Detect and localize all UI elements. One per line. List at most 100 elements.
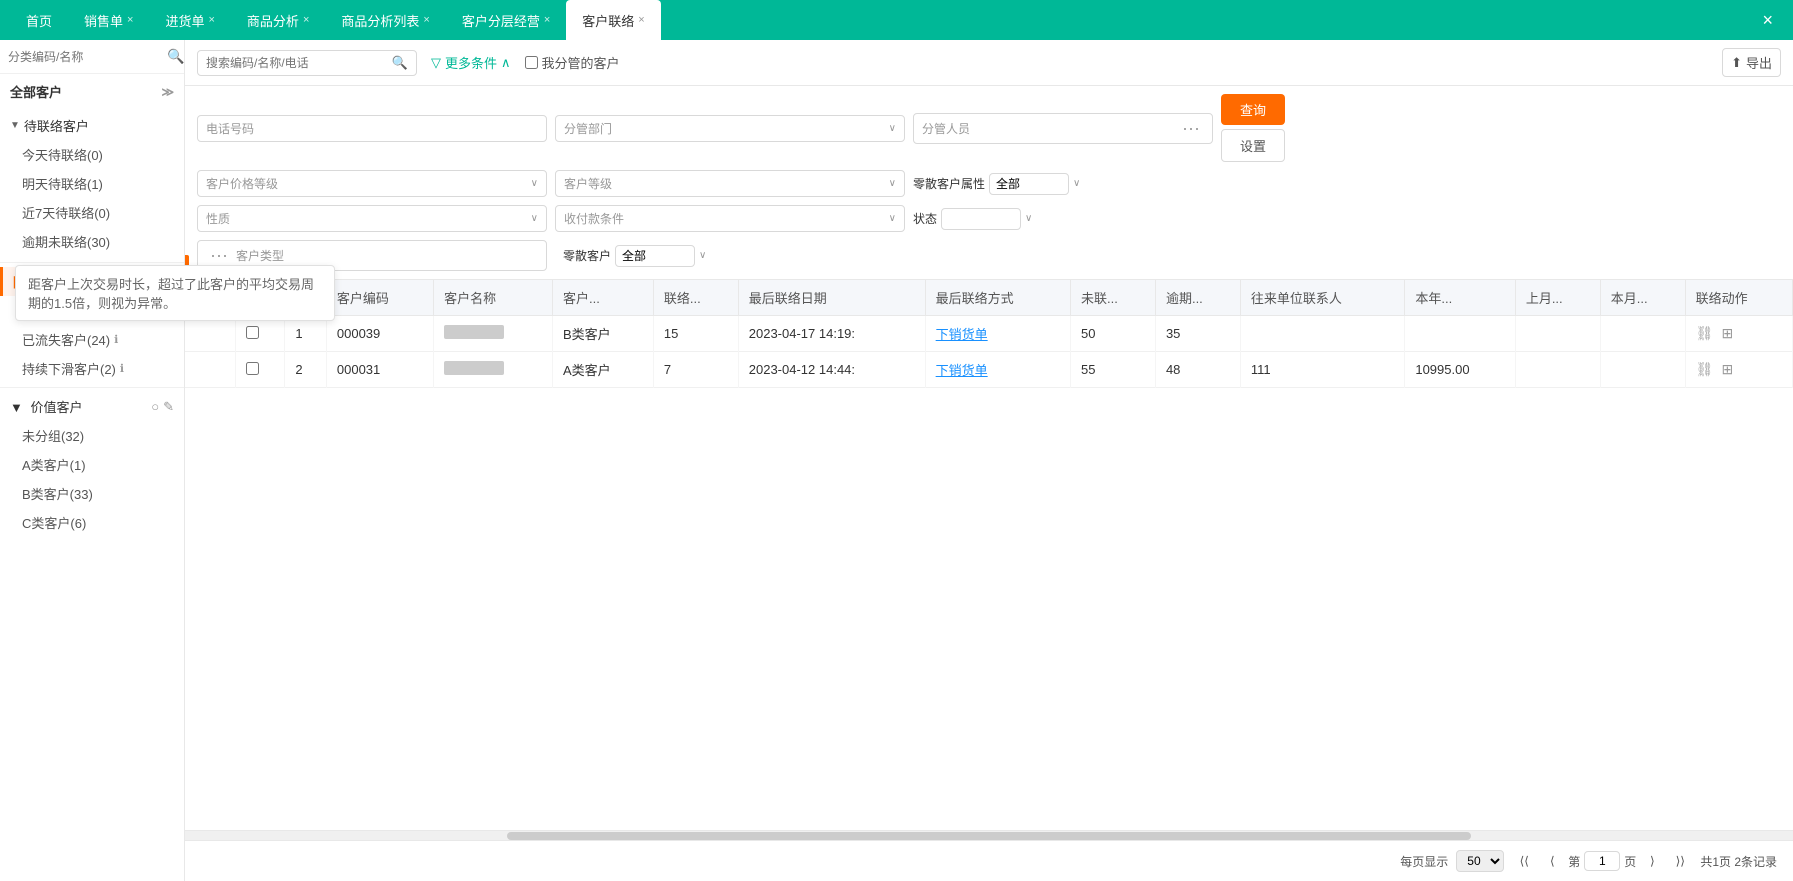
row1-link-icon[interactable]: ⛓ [1696,325,1714,342]
row1-check[interactable] [246,326,259,339]
sidebar-item-7days[interactable]: 近7天待联络(0) [0,198,184,227]
filter-bar-top: 🔍 ▽ 更多条件 ∧ 我分管的客户 ⬆ 导出 [185,40,1793,86]
sidebar-value-label: ▼ 价值客户 [10,397,83,416]
horizontal-scroll-track[interactable] [185,830,1793,840]
row2-index: 2 [285,352,326,388]
query-button[interactable]: 查询 [1221,94,1285,125]
nav-sales-close[interactable]: × [127,14,133,26]
sidebar-search-input[interactable] [8,50,163,64]
col-this-year: 本年... [1405,280,1515,316]
page-prev-btn[interactable]: ⟨ [1540,849,1564,873]
manager-more-icon[interactable]: ··· [1178,118,1204,139]
sidebar-item-unclassified[interactable]: 未分组(32) [0,421,184,450]
row1-last-method[interactable]: 下销货单 [925,316,1070,352]
row1-name [434,316,553,352]
row2-check[interactable] [246,362,259,375]
row2-contact-icon[interactable]: ⊞ [1721,361,1733,378]
gender-filter[interactable]: 性质 ∨ [197,205,547,232]
sidebar-pending-group-header[interactable]: ▼ 待联络客户 [0,111,184,140]
sidebar-item-class-b[interactable]: B类客户(33) [0,479,184,508]
nav-product-analysis-close[interactable]: × [303,14,309,26]
nav-product-analysis[interactable]: 商品分析 × [231,0,325,40]
value-group-edit-icon[interactable]: ○ [151,399,159,415]
filter-row-3: 性质 ∨ 收付款条件 ∨ 状态 ∨ [197,205,1781,232]
row2-code[interactable]: 000031 [326,352,433,388]
search-icon[interactable]: 🔍 [392,55,408,71]
sidebar-all-customers-header[interactable]: 全部客户 ≫ [0,74,184,109]
declining-info-icon[interactable]: ℹ [120,362,124,375]
nav-customer-contact[interactable]: 客户联络 × [566,0,660,40]
dept-filter[interactable]: 分管部门 ∨ [555,115,905,142]
my-customers-checkbox[interactable]: 我分管的客户 [525,53,620,72]
customer-level-filter[interactable]: 客户等级 ∨ [555,170,905,197]
page-label: 第 [1568,853,1580,870]
nav-sales[interactable]: 销售单 × [68,0,149,40]
row1-contact-icon[interactable]: ⊞ [1721,325,1733,342]
page-last-btn[interactable]: ⟩⟩ [1668,849,1692,873]
payment-arrow-icon: ∨ [889,213,896,224]
filter-row-2: 客户价格等级 ∨ 客户等级 ∨ 零散客户属性 全部 ∨ [197,170,1781,197]
row1-overdue: 35 [1155,316,1240,352]
value-arrow-icon: ▼ [10,400,23,415]
row2-last-month [1515,352,1600,388]
sidebar-item-tomorrow[interactable]: 明天待联络(1) [0,169,184,198]
page-next-btn[interactable]: ⟩ [1640,849,1664,873]
price-level-filter[interactable]: 客户价格等级 ∨ [197,170,547,197]
nav-customer-layer-close[interactable]: × [544,14,550,26]
nav-purchase[interactable]: 进货单 × [149,0,230,40]
page-first-btn[interactable]: ⟨⟨ [1512,849,1536,873]
retail-customer-select[interactable]: 全部 [615,245,695,267]
row2-name [434,352,553,388]
top-navigation: 首页 销售单 × 进货单 × 商品分析 × 商品分析列表 × 客户分层经营 × … [0,0,1793,40]
nav-sales-label: 销售单 [84,11,123,30]
advanced-filter-panel: 电话号码 分管部门 ∨ 分管人员 ··· 查询 设置 客户价格等级 [185,86,1793,280]
per-page-select[interactable]: 50 [1456,850,1504,872]
row1-code[interactable]: 000039 [326,316,433,352]
more-conditions-btn[interactable]: ▽ 更多条件 ∧ [425,53,517,72]
export-button[interactable]: ⬆ 导出 [1722,48,1781,77]
row2-last-date: 2023-04-12 14:44: [738,352,925,388]
row2-unit-contact: 111 [1240,352,1404,388]
sidebar-item-today[interactable]: 今天待联络(0) [0,140,184,169]
lost-info-icon[interactable]: ℹ [114,333,118,346]
row2-level: A类客户 [553,352,654,388]
row2-last-method[interactable]: 下销货单 [925,352,1070,388]
nav-home[interactable]: 首页 [10,0,68,40]
sidebar-search-icon[interactable]: 🔍 [167,48,184,65]
nav-purchase-label: 进货单 [165,11,204,30]
my-customers-check[interactable] [525,56,538,69]
sidebar-collapse-icon[interactable]: ≫ [161,85,174,99]
search-input[interactable] [206,56,388,70]
nav-customer-contact-close[interactable]: × [638,14,644,26]
sidebar-item-class-c[interactable]: C类客户(6) [0,508,184,537]
row2-checkbox[interactable] [235,352,285,388]
row4-more-icon[interactable]: ··· [206,245,232,266]
nav-customer-layer[interactable]: 客户分层经营 × [446,0,566,40]
nav-purchase-close[interactable]: × [208,14,214,26]
manager-filter[interactable]: 分管人员 ··· [913,113,1213,144]
window-close-button[interactable]: × [1752,10,1783,31]
nav-product-list[interactable]: 商品分析列表 × [325,0,445,40]
horizontal-scroll-thumb[interactable] [507,832,1472,840]
phone-filter[interactable]: 电话号码 [197,115,547,142]
retail-attr-select[interactable]: 全部 [989,173,1069,195]
status-select[interactable] [941,208,1021,230]
nav-home-label: 首页 [26,11,52,30]
value-group-add-icon[interactable]: ✎ [163,399,174,415]
sidebar-item-overdue[interactable]: 逾期未联络(30) [0,227,184,256]
sidebar-item-lost-customers[interactable]: 已流失客户(24) ℹ [0,325,184,354]
value-group-actions: ○ ✎ [151,399,174,415]
row2-link-icon[interactable]: ⛓ [1696,361,1714,378]
customer-table: ⚙ 客户编码 客户名称 客户... [185,280,1793,388]
settings-button[interactable]: 设置 [1221,129,1285,162]
page-input[interactable] [1584,851,1620,871]
sidebar-value-group-header[interactable]: ▼ 价值客户 ○ ✎ [0,392,184,421]
row2-this-month [1600,352,1685,388]
sidebar-item-class-a[interactable]: A类客户(1) [0,450,184,479]
nav-product-list-close[interactable]: × [423,14,429,26]
sidebar-item-declining[interactable]: 持续下滑客户(2) ℹ [0,354,184,383]
payment-filter[interactable]: 收付款条件 ∨ [555,205,905,232]
pending-arrow-icon: ▼ [10,120,20,131]
sidebar-all-customers-label: 全部客户 [10,82,62,101]
data-table-area: ⚙ 客户编码 客户名称 客户... [185,280,1793,830]
